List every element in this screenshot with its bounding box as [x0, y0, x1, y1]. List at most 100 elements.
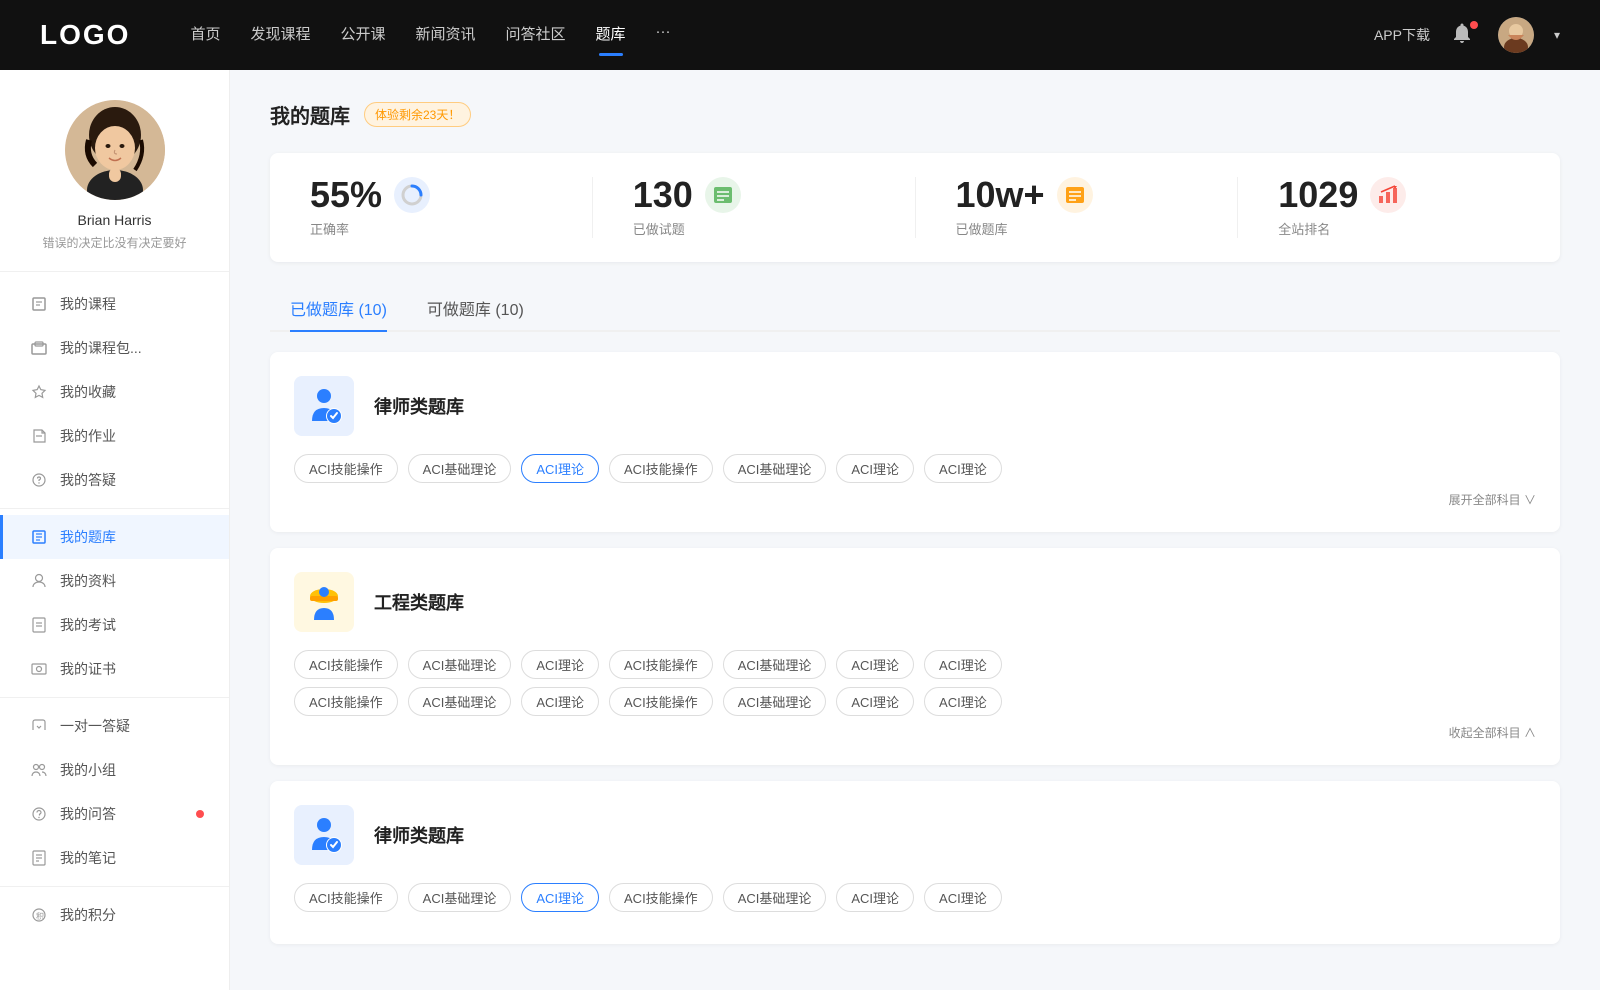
sidebar-item-profile[interactable]: 我的资料 — [0, 559, 229, 603]
stat-accuracy: 55% 正确率 — [270, 177, 593, 238]
user-dropdown-arrow[interactable]: ▾ — [1554, 28, 1560, 42]
quiz-section-engineer: 工程类题库 ACI技能操作 ACI基础理论 ACI理论 ACI技能操作 ACI基… — [270, 548, 1560, 765]
tag[interactable]: ACI技能操作 — [609, 883, 713, 912]
profile-motto: 错误的决定比没有决定要好 — [42, 234, 186, 251]
svg-text:积: 积 — [36, 911, 44, 921]
tag[interactable]: ACI理论 — [924, 650, 1002, 679]
nav-home[interactable]: 首页 — [190, 23, 220, 48]
rank-icon — [1370, 177, 1406, 213]
stat-label-accuracy: 正确率 — [310, 219, 349, 238]
profile-avatar[interactable] — [65, 100, 165, 200]
stat-value-rank: 1029 — [1278, 177, 1358, 213]
avatar-image — [1498, 17, 1534, 53]
tags-row-1: ACI技能操作 ACI基础理论 ACI理论 ACI技能操作 ACI基础理论 AC… — [294, 454, 1536, 483]
stat-top: 130 — [633, 177, 741, 213]
page-header: 我的题库 体验剩余23天！ — [270, 100, 1560, 129]
tag[interactable]: ACI基础理论 — [408, 687, 512, 716]
expand-collapse-link-2[interactable]: 收起全部科目 ∧ — [294, 724, 1536, 741]
quiz-section-header: 工程类题库 — [294, 572, 1536, 632]
tag[interactable]: ACI理论 — [924, 687, 1002, 716]
sidebar-item-my-qa[interactable]: 我的问答 — [0, 792, 229, 836]
stat-rank: 1029 全站排名 — [1238, 177, 1560, 238]
tag[interactable]: ACI技能操作 — [609, 454, 713, 483]
tags-row-2a: ACI技能操作 ACI基础理论 ACI理论 ACI技能操作 ACI基础理论 AC… — [294, 650, 1536, 679]
profile-section: Brian Harris 错误的决定比没有决定要好 — [0, 70, 229, 272]
tag[interactable]: ACI技能操作 — [294, 650, 398, 679]
stat-value-done: 130 — [633, 177, 693, 213]
menu-divider-1 — [0, 508, 229, 509]
tag[interactable]: ACI技能操作 — [294, 883, 398, 912]
stat-top: 55% — [310, 177, 430, 213]
sidebar-item-my-course[interactable]: 我的课程 — [0, 282, 229, 326]
profile-icon — [30, 572, 48, 590]
sidebar-item-certificate[interactable]: 我的证书 — [0, 647, 229, 691]
stat-value-accuracy: 55% — [310, 177, 382, 213]
user-avatar[interactable] — [1498, 17, 1534, 53]
sidebar-item-qa[interactable]: 我的答疑 — [0, 458, 229, 502]
course-icon — [30, 295, 48, 313]
tag[interactable]: ACI基础理论 — [408, 454, 512, 483]
nav-discover[interactable]: 发现课程 — [250, 23, 310, 48]
sidebar-item-points[interactable]: 积 我的积分 — [0, 893, 229, 937]
tag[interactable]: ACI技能操作 — [294, 454, 398, 483]
quiz-section-title: 工程类题库 — [374, 589, 464, 615]
exam-icon — [30, 616, 48, 634]
sidebar-item-tutor[interactable]: 一对一答疑 — [0, 704, 229, 748]
tag[interactable]: ACI基础理论 — [723, 454, 827, 483]
sidebar-item-label: 我的证书 — [60, 659, 116, 679]
nav-news[interactable]: 新闻资讯 — [416, 23, 476, 48]
main-content: 我的题库 体验剩余23天！ 55% 正确率 13 — [230, 70, 1600, 990]
tag[interactable]: ACI理论 — [836, 650, 914, 679]
sidebar-item-homework[interactable]: 我的作业 — [0, 414, 229, 458]
tag[interactable]: ACI技能操作 — [609, 687, 713, 716]
sidebar-item-label: 我的课程包... — [60, 338, 142, 358]
nav-open-course[interactable]: 公开课 — [340, 23, 385, 48]
logo: LOGO — [40, 19, 130, 51]
tab-done-banks[interactable]: 已做题库 (10) — [270, 286, 407, 330]
tag[interactable]: ACI理论 — [924, 454, 1002, 483]
tag[interactable]: ACI理论 — [521, 687, 599, 716]
nav-qa[interactable]: 问答社区 — [506, 23, 566, 48]
tag[interactable]: ACI基础理论 — [408, 650, 512, 679]
tag[interactable]: ACI理论 — [836, 454, 914, 483]
tag[interactable]: ACI基础理论 — [723, 883, 827, 912]
done-banks-icon — [1057, 177, 1093, 213]
tab-available-banks[interactable]: 可做题库 (10) — [407, 286, 544, 330]
profile-name: Brian Harris — [78, 212, 152, 228]
notification-bell[interactable] — [1450, 21, 1478, 49]
tag[interactable]: ACI基础理论 — [723, 650, 827, 679]
my-qa-icon — [30, 805, 48, 823]
sidebar-item-course-package[interactable]: 我的课程包... — [0, 326, 229, 370]
star-icon — [30, 383, 48, 401]
quiz-section-title: 律师类题库 — [374, 393, 464, 419]
navbar: LOGO 首页 发现课程 公开课 新闻资讯 问答社区 题库 ··· APP下载 … — [0, 0, 1600, 70]
sidebar-item-label: 我的课程 — [60, 294, 116, 314]
sidebar-item-favorites[interactable]: 我的收藏 — [0, 370, 229, 414]
sidebar-item-label: 我的作业 — [60, 426, 116, 446]
tag[interactable]: ACI基础理论 — [408, 883, 512, 912]
accuracy-icon — [394, 177, 430, 213]
stats-card: 55% 正确率 130 — [270, 153, 1560, 262]
sidebar-item-notes[interactable]: 我的笔记 — [0, 836, 229, 880]
tag[interactable]: ACI基础理论 — [723, 687, 827, 716]
notes-icon — [30, 849, 48, 867]
sidebar-item-quiz-bank[interactable]: 我的题库 — [0, 515, 229, 559]
expand-collapse-link-1[interactable]: 展开全部科目 ∨ — [294, 491, 1536, 508]
nav-more[interactable]: ··· — [656, 23, 671, 48]
tag[interactable]: ACI技能操作 — [294, 687, 398, 716]
tag[interactable]: ACI理论 — [521, 650, 599, 679]
tag[interactable]: ACI理论 — [924, 883, 1002, 912]
nav-quiz[interactable]: 题库 — [596, 23, 626, 48]
tag-active[interactable]: ACI理论 — [521, 883, 599, 912]
app-download-link[interactable]: APP下载 — [1374, 25, 1430, 45]
sidebar-item-exam[interactable]: 我的考试 — [0, 603, 229, 647]
certificate-icon — [30, 660, 48, 678]
lawyer-icon-2 — [294, 805, 354, 865]
sidebar-item-group[interactable]: 我的小组 — [0, 748, 229, 792]
tag[interactable]: ACI理论 — [836, 687, 914, 716]
tag[interactable]: ACI理论 — [836, 883, 914, 912]
tag-active[interactable]: ACI理论 — [521, 454, 599, 483]
tag[interactable]: ACI技能操作 — [609, 650, 713, 679]
stat-label-rank: 全站排名 — [1278, 219, 1330, 238]
menu-divider-2 — [0, 697, 229, 698]
